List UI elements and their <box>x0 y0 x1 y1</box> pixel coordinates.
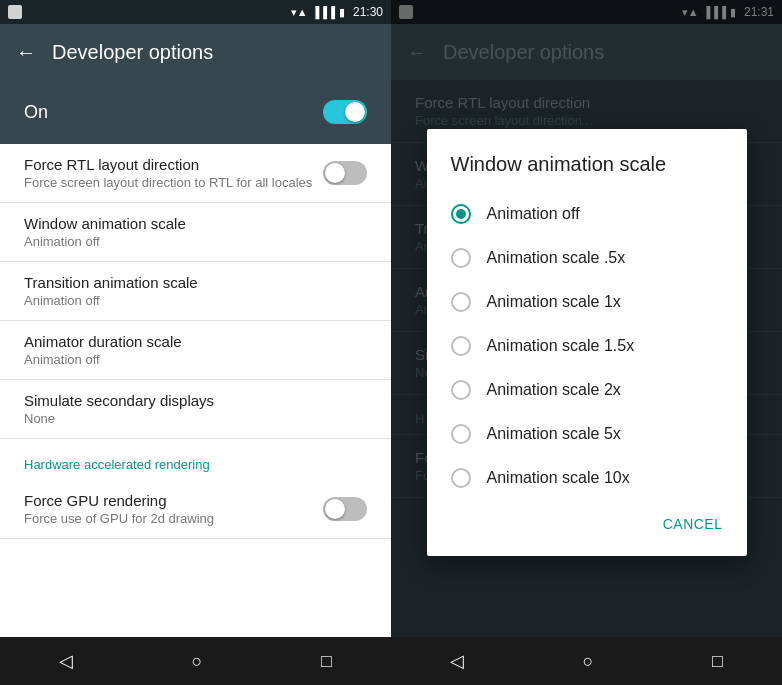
left-nav-home[interactable]: ○ <box>192 651 203 672</box>
left-status-icons <box>8 5 22 19</box>
force-gpu-subtitle: Force use of GPU for 2d drawing <box>24 511 323 526</box>
radio-label-3: Animation scale 1.5x <box>487 337 635 355</box>
radio-option-6[interactable]: Animation scale 10x <box>427 456 747 500</box>
radio-circle-3 <box>451 336 471 356</box>
radio-circle-4 <box>451 380 471 400</box>
radio-label-1: Animation scale .5x <box>487 249 626 267</box>
dialog-overlay: Window animation scale Animation off Ani… <box>391 0 782 685</box>
left-bottom-nav: ◁ ○ □ <box>0 637 391 685</box>
animator-duration-title: Animator duration scale <box>24 333 367 350</box>
force-rtl-text: Force RTL layout direction Force screen … <box>24 156 323 190</box>
radio-label-0: Animation off <box>487 205 580 223</box>
left-status-bar: ▾▲ ▐▐▐ ▮ 21:30 <box>0 0 391 24</box>
radio-label-4: Animation scale 2x <box>487 381 621 399</box>
dialog-actions: CANCEL <box>427 500 747 548</box>
radio-label-5: Animation scale 5x <box>487 425 621 443</box>
radio-label-2: Animation scale 1x <box>487 293 621 311</box>
radio-circle-1 <box>451 248 471 268</box>
right-bottom-nav: ◁ ○ □ <box>391 637 782 685</box>
radio-option-0[interactable]: Animation off <box>427 192 747 236</box>
force-rtl-toggle[interactable] <box>323 161 367 185</box>
cancel-button[interactable]: CANCEL <box>647 508 739 540</box>
radio-option-5[interactable]: Animation scale 5x <box>427 412 747 456</box>
force-gpu-toggle[interactable] <box>323 497 367 521</box>
radio-option-4[interactable]: Animation scale 2x <box>427 368 747 412</box>
left-nav-recents[interactable]: □ <box>321 651 332 672</box>
secondary-displays-subtitle: None <box>24 411 367 426</box>
radio-option-3[interactable]: Animation scale 1.5x <box>427 324 747 368</box>
force-gpu-text: Force GPU rendering Force use of GPU for… <box>24 492 323 526</box>
setting-force-gpu[interactable]: Force GPU rendering Force use of GPU for… <box>0 480 391 539</box>
left-nav-back[interactable]: ◁ <box>59 650 73 672</box>
setting-window-anim[interactable]: Window animation scale Animation off <box>0 203 391 262</box>
radio-circle-2 <box>451 292 471 312</box>
signal-icon: ▐▐▐ <box>312 6 335 18</box>
right-panel: ▾▲ ▐▐▐ ▮ 21:31 ← Developer options Force… <box>391 0 782 685</box>
left-panel: ▾▲ ▐▐▐ ▮ 21:30 ← Developer options On Fo… <box>0 0 391 685</box>
setting-force-rtl[interactable]: Force RTL layout direction Force screen … <box>0 144 391 203</box>
left-time: 21:30 <box>353 5 383 19</box>
right-nav-home[interactable]: ○ <box>583 651 594 672</box>
radio-option-1[interactable]: Animation scale .5x <box>427 236 747 280</box>
animator-duration-subtitle: Animation off <box>24 352 367 367</box>
secondary-displays-title: Simulate secondary displays <box>24 392 367 409</box>
setting-hw-accel: Hardware accelerated rendering <box>0 439 391 480</box>
force-rtl-title: Force RTL layout direction <box>24 156 323 173</box>
radio-circle-6 <box>451 468 471 488</box>
wifi-icon: ▾▲ <box>291 6 308 19</box>
window-anim-subtitle: Animation off <box>24 234 367 249</box>
transition-anim-title: Transition animation scale <box>24 274 367 291</box>
hw-accel-header: Hardware accelerated rendering <box>24 457 367 472</box>
setting-secondary-displays[interactable]: Simulate secondary displays None <box>0 380 391 439</box>
main-toggle[interactable] <box>323 100 367 124</box>
left-toolbar-title: Developer options <box>52 41 213 64</box>
transition-anim-subtitle: Animation off <box>24 293 367 308</box>
left-back-button[interactable]: ← <box>16 41 36 64</box>
window-animation-dialog: Window animation scale Animation off Ani… <box>427 129 747 556</box>
radio-circle-5 <box>451 424 471 444</box>
left-settings-list: Force RTL layout direction Force screen … <box>0 144 391 637</box>
radio-label-6: Animation scale 10x <box>487 469 630 487</box>
right-nav-recents[interactable]: □ <box>712 651 723 672</box>
setting-animator-duration[interactable]: Animator duration scale Animation off <box>0 321 391 380</box>
notification-icon <box>8 5 22 19</box>
force-rtl-subtitle: Force screen layout direction to RTL for… <box>24 175 323 190</box>
dialog-title: Window animation scale <box>427 153 747 192</box>
left-status-right: ▾▲ ▐▐▐ ▮ 21:30 <box>291 5 383 19</box>
battery-icon: ▮ <box>339 6 345 19</box>
right-nav-back[interactable]: ◁ <box>450 650 464 672</box>
radio-circle-0 <box>451 204 471 224</box>
on-toggle-row: On <box>0 80 391 144</box>
on-label: On <box>24 102 48 123</box>
setting-transition-anim[interactable]: Transition animation scale Animation off <box>0 262 391 321</box>
radio-option-2[interactable]: Animation scale 1x <box>427 280 747 324</box>
left-toolbar: ← Developer options <box>0 24 391 80</box>
window-anim-title: Window animation scale <box>24 215 367 232</box>
force-gpu-title: Force GPU rendering <box>24 492 323 509</box>
